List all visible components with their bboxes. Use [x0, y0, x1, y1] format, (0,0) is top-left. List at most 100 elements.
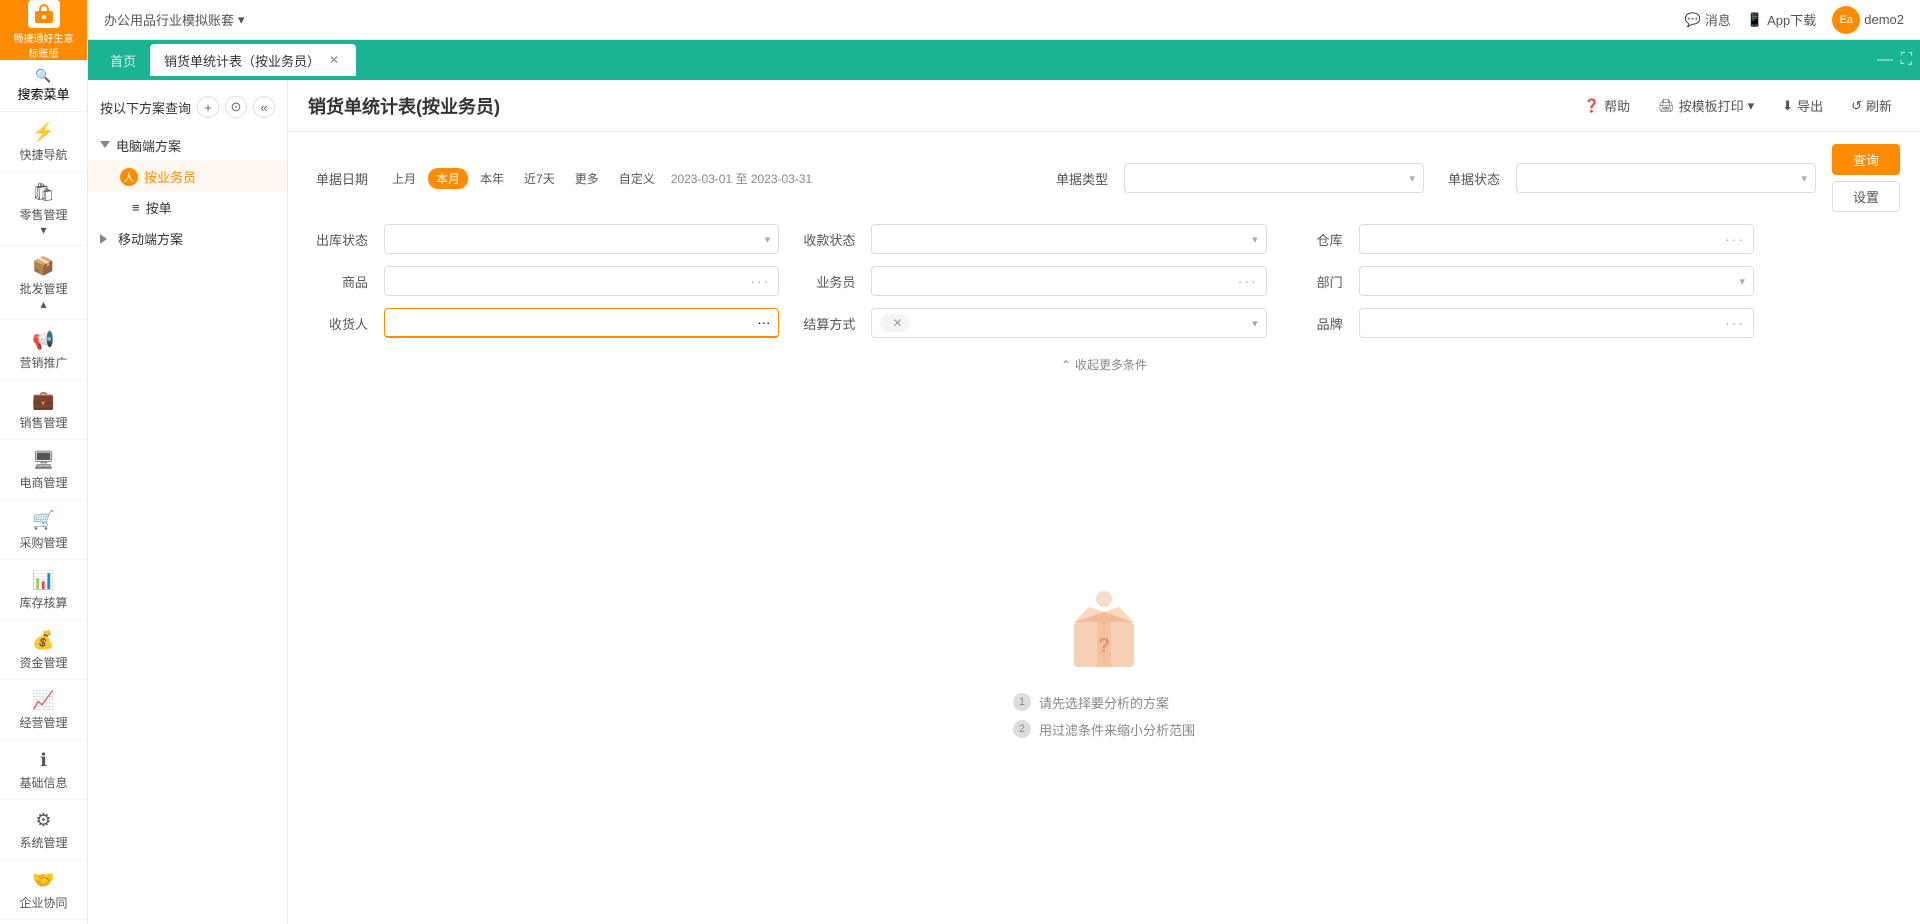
query-button[interactable]: 查询: [1832, 144, 1900, 175]
desktop-scheme-parent[interactable]: 电脑端方案: [88, 130, 287, 161]
enterprise-label: 企业协同: [19, 894, 67, 911]
payment-select[interactable]: ✕ ▾: [871, 308, 1266, 338]
print-icon: 🖨: [1658, 98, 1675, 114]
tip-num-2: 2: [1013, 720, 1031, 738]
tab-close-icon[interactable]: ✕: [326, 52, 342, 68]
order-scheme-item[interactable]: ≡ 按单: [88, 192, 287, 223]
ecommerce-item[interactable]: 🖥 电商管理: [0, 440, 87, 500]
inventory-item[interactable]: 📊 库存核算: [0, 560, 87, 620]
doc-status-select[interactable]: ▾: [1516, 163, 1816, 193]
mobile-scheme-parent[interactable]: 移动端方案: [88, 223, 287, 254]
goods-dots: ···: [750, 273, 770, 289]
consignee-input[interactable]: ···: [384, 308, 779, 338]
inventory-label: 库存核算: [19, 594, 67, 611]
print-label: 按模板打印: [1679, 96, 1744, 115]
out-status-select[interactable]: ▾: [384, 224, 779, 254]
brand-select[interactable]: ···: [1359, 308, 1754, 338]
left-panel: 按以下方案查询 + ⊙ « 电脑端方案 人 按业务员 ≡ 按单: [88, 80, 288, 924]
search-label: 搜索菜单: [17, 84, 69, 103]
enterprise-collab-item[interactable]: 🤝 企业协同: [0, 860, 87, 920]
warehouse-select[interactable]: ···: [1359, 224, 1754, 254]
order-icon: ≡: [132, 200, 140, 215]
add-scheme-button[interactable]: +: [197, 96, 219, 118]
message-button[interactable]: 💬 消息: [1685, 10, 1731, 29]
left-panel-title: 按以下方案查询: [100, 98, 191, 117]
page-title: 销货单统计表(按业务员): [308, 93, 500, 119]
custom-tab[interactable]: 自定义: [611, 168, 663, 189]
brand-name: 畅捷通好生意: [14, 30, 74, 45]
salesperson-select[interactable]: ···: [871, 266, 1266, 296]
collapse-panel-button[interactable]: «: [253, 96, 275, 118]
department-chevron: ▾: [1739, 275, 1745, 288]
date-filter-control: 上月 本月 本年 近7天 更多 自定义 2023-03-01 至 2023-03…: [384, 168, 1032, 189]
message-icon: 💬: [1685, 12, 1701, 28]
last-7days-tab[interactable]: 近7天: [516, 168, 563, 189]
brand-dots: ···: [1725, 315, 1745, 331]
finance-item[interactable]: 💰 资金管理: [0, 620, 87, 680]
empty-tip-1-text: 请先选择要分析的方案: [1039, 693, 1169, 712]
operations-item[interactable]: 📈 经营管理: [0, 680, 87, 740]
phone-icon: 📱: [1747, 12, 1763, 28]
department-select[interactable]: ▾: [1359, 266, 1754, 296]
quick-nav-item[interactable]: ⚡ 快捷导航: [0, 112, 87, 172]
wholesale-label: 批发管理: [19, 280, 67, 297]
settings-button[interactable]: 设置: [1832, 181, 1900, 212]
app-name-dropdown[interactable]: 办公用品行业模拟账套 ▾: [104, 10, 245, 29]
tab-home[interactable]: 首页: [96, 44, 150, 76]
last-month-tab[interactable]: 上月: [384, 168, 424, 189]
export-icon: ⬇: [1782, 98, 1793, 114]
help-icon: ❓: [1584, 98, 1600, 114]
payment-chevron: ▾: [1252, 317, 1258, 330]
svg-text:?: ?: [1098, 635, 1110, 657]
print-dropdown-icon: ▾: [1748, 98, 1755, 114]
collect-status-select[interactable]: ▾: [871, 224, 1266, 254]
payment-clear-button[interactable]: ✕: [892, 316, 902, 330]
operations-label: 经营管理: [19, 714, 67, 731]
tab-minimize-icon[interactable]: —: [1877, 51, 1893, 69]
export-button[interactable]: ⬇ 导出: [1774, 92, 1831, 119]
collapse-button[interactable]: ⌃ 收起更多条件: [308, 350, 1900, 379]
marketing-label: 营销推广: [19, 354, 67, 371]
sales-management-item[interactable]: 💼 销售管理: [0, 380, 87, 440]
empty-tip-1: 1 请先选择要分析的方案: [1013, 693, 1195, 712]
doc-status-chevron: ▾: [1801, 172, 1807, 185]
goods-select[interactable]: ···: [384, 266, 779, 296]
doc-status-label: 单据状态: [1440, 169, 1500, 188]
this-year-tab[interactable]: 本年: [472, 168, 512, 189]
more-tab[interactable]: 更多: [567, 168, 607, 189]
this-month-tab[interactable]: 本月: [428, 168, 468, 189]
app-download-button[interactable]: 📱 App下载: [1747, 10, 1816, 29]
brand-tagline: 标账版: [29, 45, 59, 60]
basic-info-item[interactable]: ℹ 基础信息: [0, 740, 87, 800]
purchase-item[interactable]: 🛒 采购管理: [0, 500, 87, 560]
retail-management-item[interactable]: 🛍 零售管理 ▾: [0, 172, 87, 246]
tab-fullscreen-icon[interactable]: ⛶: [1901, 51, 1912, 69]
settings-scheme-button[interactable]: ⊙: [225, 96, 247, 118]
user-profile[interactable]: Ea demo2: [1832, 6, 1904, 34]
doc-type-select[interactable]: ▾: [1124, 163, 1424, 193]
search-icon: 🔍: [35, 68, 51, 84]
salesperson-scheme-item[interactable]: 人 按业务员: [88, 161, 287, 192]
doc-type-label: 单据类型: [1048, 169, 1108, 188]
system-item[interactable]: ⚙ 系统管理: [0, 800, 87, 860]
refresh-icon: ↺: [1851, 98, 1862, 114]
system-label: 系统管理: [19, 834, 67, 851]
marketing-item[interactable]: 📢 营销推广: [0, 320, 87, 380]
salesperson-scheme-label: 按业务员: [144, 167, 196, 186]
refresh-button[interactable]: ↺ 刷新: [1843, 92, 1900, 119]
basic-info-icon: ℹ: [40, 750, 47, 771]
warehouse-label: 仓库: [1283, 230, 1343, 249]
query-buttons: 查询 设置: [1832, 144, 1900, 212]
empty-tip-2: 2 用过滤条件来缩小分析范围: [1013, 720, 1195, 739]
print-button[interactable]: 🖨 按模板打印 ▾: [1650, 92, 1762, 119]
user-name: demo2: [1864, 12, 1904, 27]
tab-sales-stat[interactable]: 销货单统计表（按业务员） ✕: [150, 44, 356, 76]
out-status-chevron: ▾: [765, 233, 771, 246]
collapsed-icon: [100, 234, 112, 244]
department-label: 部门: [1283, 272, 1343, 291]
help-button[interactable]: ❓ 帮助: [1576, 92, 1638, 119]
new-user-guide-item[interactable]: 🆕 新手引导: [0, 920, 87, 924]
empty-icon: ?: [1054, 577, 1154, 677]
search-menu-item[interactable]: 🔍 搜索菜单: [0, 60, 87, 112]
wholesale-management-item[interactable]: 📦 批发管理 ▴: [0, 246, 87, 320]
